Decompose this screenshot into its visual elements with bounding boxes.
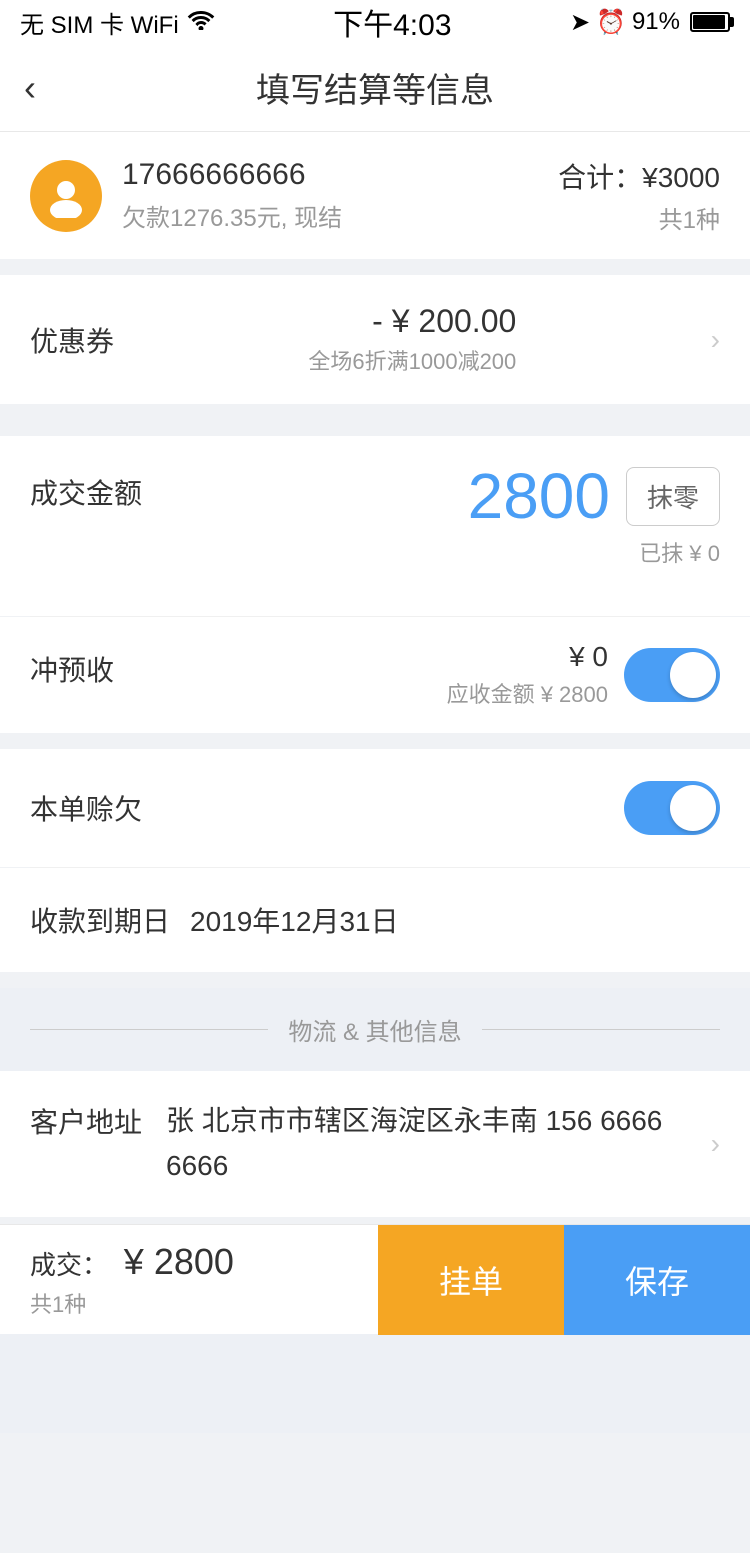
avatar xyxy=(30,160,102,232)
amount-label: 成交金额 xyxy=(30,464,142,512)
status-right: ➤ ⏰ 91% xyxy=(570,8,730,37)
debt-toggle-knob xyxy=(670,785,716,831)
amount-sub: 已抹 ¥ 0 xyxy=(468,536,720,568)
prepay-sub: 应收金额 ¥ 2800 xyxy=(447,677,608,709)
chevron-right-icon: › xyxy=(711,324,720,356)
debt-row: 本单赊欠 xyxy=(0,749,750,867)
coupon-right-wrap: - ¥ 200.00 全场6折满1000减200 xyxy=(308,303,516,376)
status-left: 无 SIM 卡 WiFi xyxy=(20,5,215,40)
location-icon: ➤ xyxy=(570,8,590,37)
prepay-label: 冲预收 xyxy=(30,641,114,689)
prepay-right: ¥ 0 应收金额 ¥ 2800 xyxy=(447,641,720,709)
due-label: 收款到期日 xyxy=(30,900,170,940)
prepay-section: 冲预收 ¥ 0 应收金额 ¥ 2800 xyxy=(0,617,750,733)
user-phone: 17666666666 xyxy=(122,158,342,192)
user-info: 17666666666 欠款1276.35元, 现结 xyxy=(122,158,342,233)
bottom-deal-label: 成交： xyxy=(30,1250,108,1280)
back-button[interactable]: ‹ xyxy=(24,67,36,109)
user-right: 合计：¥3000 共1种 xyxy=(558,156,720,235)
user-left: 17666666666 欠款1276.35元, 现结 xyxy=(30,158,342,233)
battery-icon xyxy=(690,12,730,32)
prepay-value: ¥ 0 xyxy=(447,641,608,673)
bottom-bar: 成交： ¥ 2800 共1种 挂单 保存 xyxy=(0,1224,750,1334)
address-section: 客户地址 张 北京市市辖区海淀区永丰南 156 6666 6666 › xyxy=(0,1071,750,1217)
address-chevron-icon: › xyxy=(711,1128,720,1160)
due-row: 收款到期日 2019年12月31日 xyxy=(0,868,750,972)
prepay-value-wrap: ¥ 0 应收金额 ¥ 2800 xyxy=(447,641,608,709)
coupon-label: 优惠券 xyxy=(30,320,114,360)
due-value: 2019年12月31日 xyxy=(190,900,399,940)
user-total: 合计：¥3000 xyxy=(558,156,720,196)
wifi-icon xyxy=(187,8,215,37)
logistics-separator: 物流 & 其他信息 xyxy=(0,988,750,1071)
amount-section: 成交金额 2800 抹零 已抹 ¥ 0 xyxy=(0,436,750,616)
nav-bar: ‹ 填写结算等信息 xyxy=(0,44,750,132)
debt-label: 本单赊欠 xyxy=(30,788,142,828)
coupon-section: 优惠券 - ¥ 200.00 全场6折满1000减200 › xyxy=(0,275,750,404)
user-count: 共1种 xyxy=(558,200,720,235)
section-divider-3 xyxy=(0,972,750,988)
debt-toggle[interactable] xyxy=(624,781,720,835)
user-row: 17666666666 欠款1276.35元, 现结 合计：¥3000 共1种 xyxy=(0,132,750,259)
page-title: 填写结算等信息 xyxy=(256,63,494,112)
status-bar: 无 SIM 卡 WiFi 下午4:03 ➤ ⏰ 91% xyxy=(0,0,750,44)
logistics-line-right xyxy=(482,1029,720,1030)
address-row[interactable]: 客户地址 张 北京市市辖区海淀区永丰南 156 6666 6666 › xyxy=(0,1071,750,1217)
status-time: 下午4:03 xyxy=(333,0,451,44)
address-label: 客户地址 xyxy=(30,1099,142,1141)
coupon-value: - ¥ 200.00 xyxy=(308,303,516,340)
bottom-info: 成交： ¥ 2800 共1种 xyxy=(0,1241,378,1319)
user-sub: 欠款1276.35元, 现结 xyxy=(122,198,342,233)
toggle-knob xyxy=(670,652,716,698)
battery-level: 91% xyxy=(632,8,680,36)
amount-row: 成交金额 2800 抹零 已抹 ¥ 0 xyxy=(30,464,720,568)
coupon-row[interactable]: 优惠券 - ¥ 200.00 全场6折满1000减200 › xyxy=(0,275,750,404)
address-value: 张 北京市市辖区海淀区永丰南 156 6666 6666 xyxy=(166,1099,711,1189)
content: 17666666666 欠款1276.35元, 现结 合计：¥3000 共1种 … xyxy=(0,132,750,1553)
logistics-label: 物流 & 其他信息 xyxy=(288,1012,461,1047)
hang-button[interactable]: 挂单 xyxy=(378,1225,564,1335)
round-button[interactable]: 抹零 xyxy=(626,467,720,526)
section-divider-2 xyxy=(0,733,750,749)
amount-right: 2800 抹零 已抹 ¥ 0 xyxy=(468,464,720,568)
amount-value: 2800 xyxy=(468,464,610,528)
bottom-deal-amount: ¥ 2800 xyxy=(124,1241,234,1282)
save-button[interactable]: 保存 xyxy=(564,1225,750,1335)
section-divider-1 xyxy=(0,420,750,436)
bottom-count: 共1种 xyxy=(30,1287,348,1319)
user-section: 17666666666 欠款1276.35元, 现结 合计：¥3000 共1种 xyxy=(0,132,750,259)
sim-label: 无 SIM 卡 WiFi xyxy=(20,5,179,40)
amount-right-inner: 2800 抹零 xyxy=(468,464,720,528)
coupon-sub: 全场6折满1000减200 xyxy=(308,344,516,376)
alarm-icon: ⏰ xyxy=(596,8,626,37)
logistics-line-left xyxy=(30,1029,268,1030)
prepay-toggle[interactable] xyxy=(624,648,720,702)
bottom-deal-row: 成交： ¥ 2800 xyxy=(30,1241,348,1283)
